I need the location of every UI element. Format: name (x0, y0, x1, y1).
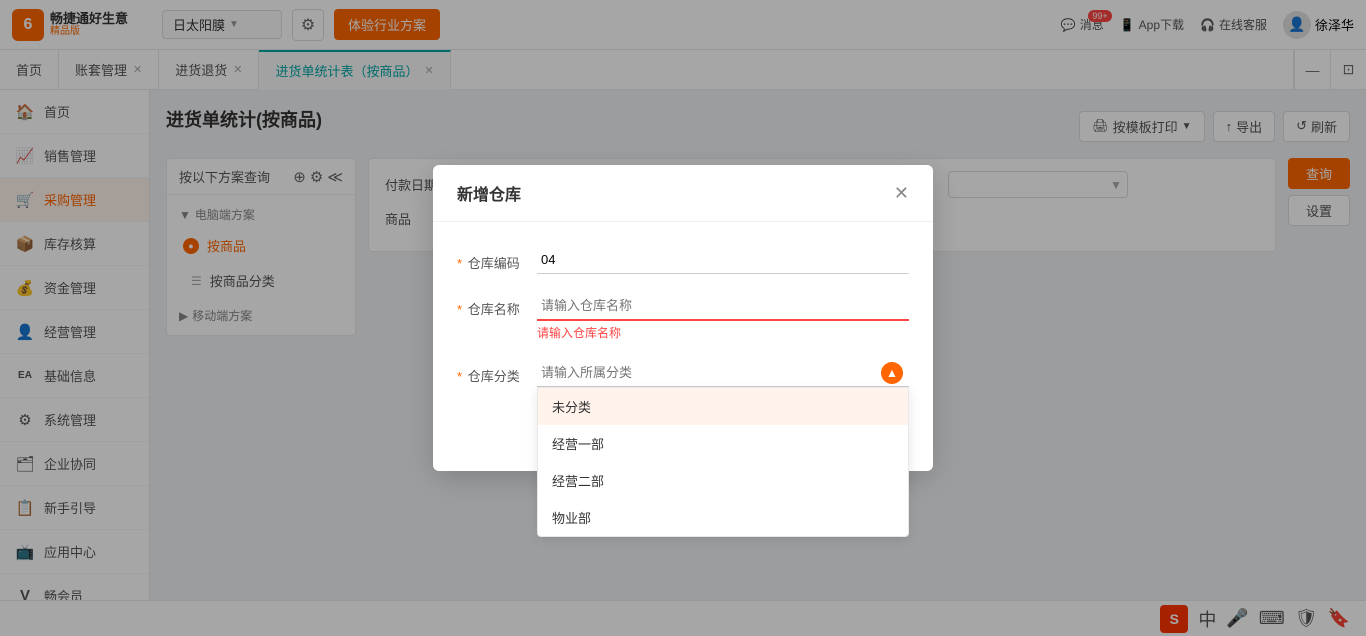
code-label: * 仓库编码 (457, 246, 537, 272)
name-error-msg: 请输入仓库名称 (537, 324, 909, 341)
name-label: * 仓库名称 (457, 292, 537, 318)
dropdown-item-ops1[interactable]: 经营一部 (538, 425, 908, 462)
modal-header: 新增仓库 ✕ (433, 165, 933, 222)
form-row-name: * 仓库名称 请输入仓库名称 (457, 292, 909, 341)
form-row-code: * 仓库编码 (457, 246, 909, 274)
dropdown-item-ops2[interactable]: 经营二部 (538, 462, 908, 499)
name-input[interactable] (537, 292, 909, 321)
modal-close-button[interactable]: ✕ (894, 183, 909, 204)
category-dropdown-list: 未分类 经营一部 经营二部 物业部 (537, 387, 909, 537)
category-input[interactable] (537, 359, 909, 387)
category-label: * 仓库分类 (457, 359, 537, 385)
code-input[interactable] (537, 246, 909, 274)
new-warehouse-modal: 新增仓库 ✕ * 仓库编码 * 仓库名称 (433, 165, 933, 471)
dropdown-item-unclassified[interactable]: 未分类 (538, 388, 908, 425)
form-row-category: * 仓库分类 ▲ 未分类 经营一部 经营二部 物业部 (457, 359, 909, 387)
modal-title: 新增仓库 (457, 181, 521, 205)
category-dropdown-toggle[interactable]: ▲ (881, 362, 903, 384)
modal-body: * 仓库编码 * 仓库名称 请输入仓库名称 (433, 222, 933, 403)
modal-overlay: 新增仓库 ✕ * 仓库编码 * 仓库名称 (0, 0, 1366, 636)
dropdown-item-property[interactable]: 物业部 (538, 499, 908, 536)
